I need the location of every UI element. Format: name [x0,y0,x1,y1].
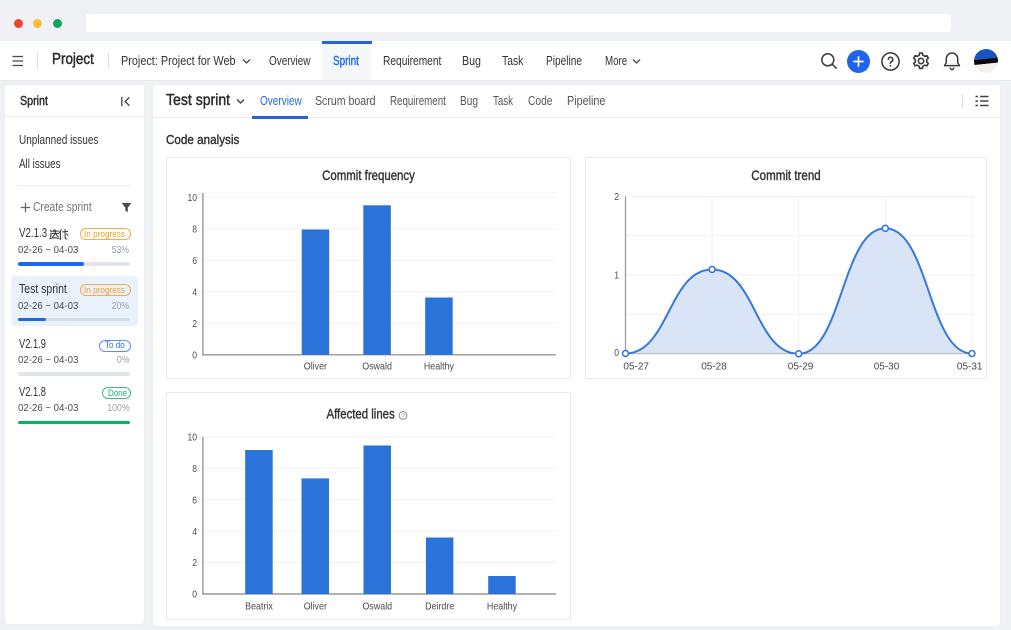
svg-text:0: 0 [192,350,197,361]
svg-text:Oliver: Oliver [304,361,327,373]
svg-text:Oliver: Oliver [304,601,327,613]
svg-text:05-30: 05-30 [874,362,900,373]
svg-text:6: 6 [192,495,197,506]
svg-text:Commit frequency: Commit frequency [322,168,415,183]
svg-text:05-27: 05-27 [623,362,649,373]
svg-text:?: ? [401,413,405,420]
svg-text:05-29: 05-29 [788,362,814,373]
svg-text:2: 2 [192,558,197,569]
svg-text:10: 10 [187,432,197,443]
svg-text:Deirdre: Deirdre [425,601,454,613]
svg-text:1: 1 [614,270,619,281]
svg-text:0: 0 [614,347,619,358]
svg-text:8: 8 [192,224,197,235]
svg-text:0: 0 [192,589,197,600]
svg-text:10: 10 [187,192,197,203]
svg-text:Healthy: Healthy [487,601,517,613]
svg-text:Healthy: Healthy [424,361,454,373]
svg-text:4: 4 [192,526,197,537]
svg-text:05-31: 05-31 [957,362,983,373]
svg-text:Beatrix: Beatrix [245,601,273,613]
svg-text:Affected lines: Affected lines [326,407,394,422]
svg-text:8: 8 [192,463,197,474]
svg-text:2: 2 [192,318,197,329]
svg-text:05-28: 05-28 [701,362,727,373]
svg-text:2: 2 [614,192,619,203]
svg-text:Oswald: Oswald [362,601,392,613]
svg-text:6: 6 [192,255,197,266]
svg-text:4: 4 [192,287,197,298]
svg-text:Oswald: Oswald [362,361,392,373]
svg-text:Commit trend: Commit trend [751,168,820,183]
